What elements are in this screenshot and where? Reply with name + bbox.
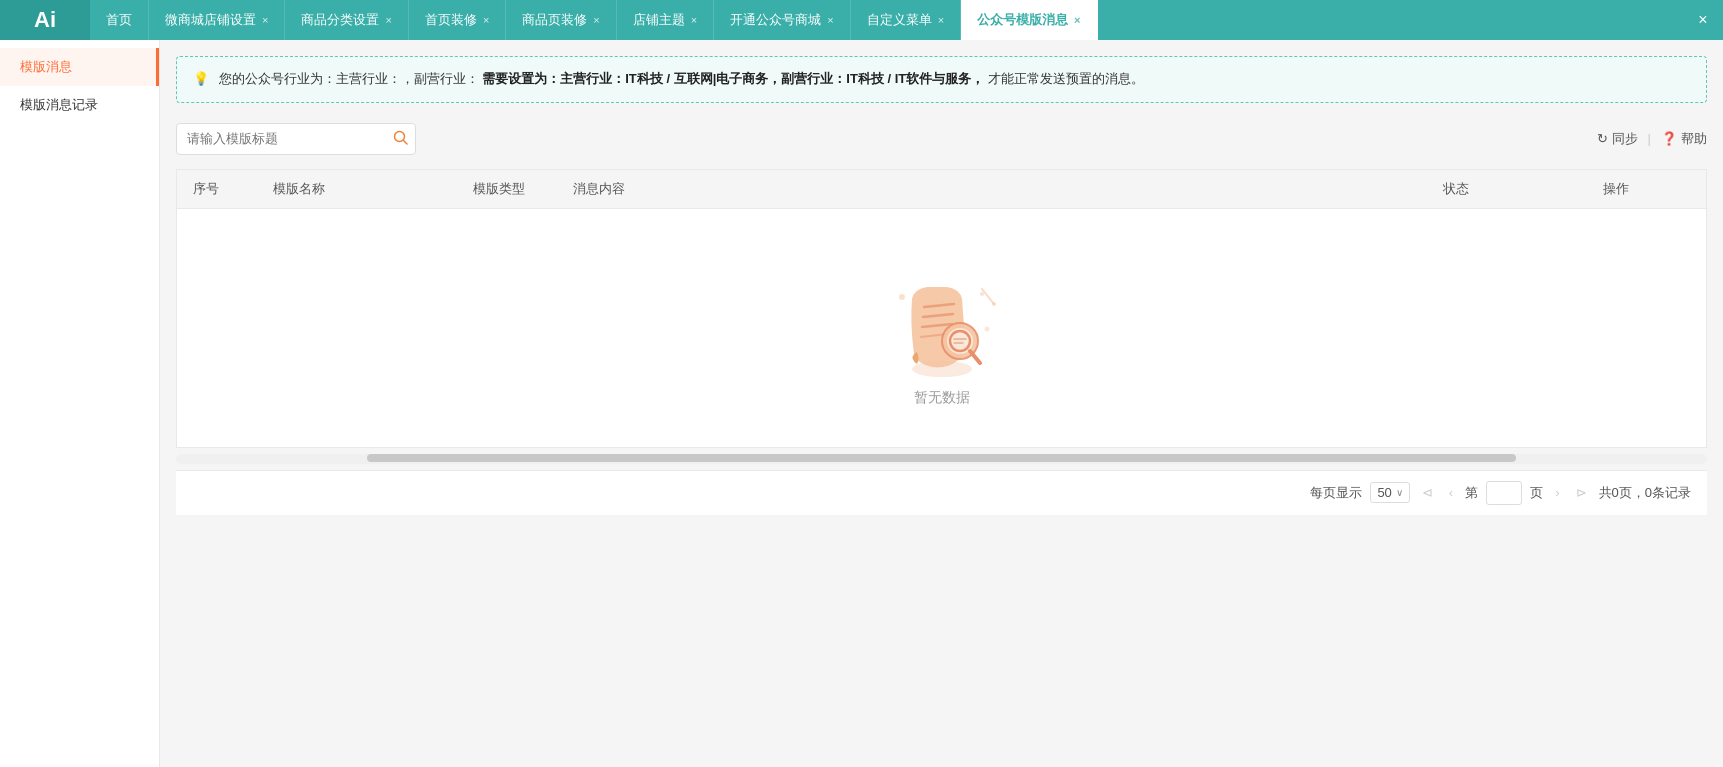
logo: Ai <box>0 0 90 40</box>
tab-label-shop-settings: 微商城店铺设置 <box>165 11 256 29</box>
tabs-area: 首页微商城店铺设置×商品分类设置×首页装修×商品页装修×店铺主题×开通公众号商城… <box>90 0 1683 40</box>
table-body: 暂无数据 <box>177 208 1707 447</box>
svg-line-10 <box>970 351 980 363</box>
sync-icon: ↻ <box>1597 131 1608 146</box>
tab-template-msg[interactable]: 公众号模版消息 × <box>961 0 1097 40</box>
notice-box: 💡 您的公众号行业为：主营行业：，副营行业： 需要设置为：主营行业：IT科技 /… <box>176 56 1707 103</box>
page-word-label: 第 <box>1465 484 1478 502</box>
horizontal-scrollbar[interactable] <box>176 454 1707 464</box>
svg-point-15 <box>984 326 989 331</box>
top-nav: Ai 首页微商城店铺设置×商品分类设置×首页装修×商品页装修×店铺主题×开通公众… <box>0 0 1723 40</box>
sidebar-item-template-message-log[interactable]: 模版消息记录 <box>0 86 159 124</box>
sync-label: 同步 <box>1612 130 1638 148</box>
last-page-button[interactable]: ⊳ <box>1572 483 1591 502</box>
tab-label-template-msg: 公众号模版消息 <box>977 11 1068 29</box>
tab-label-open-mall: 开通公众号商城 <box>730 11 821 29</box>
page-size-selector[interactable]: 50 ∨ <box>1370 482 1409 503</box>
svg-line-16 <box>982 289 994 304</box>
search-input-wrap <box>176 123 416 155</box>
notice-suffix: 才能正常发送预置的消息。 <box>988 71 1144 86</box>
tab-shop-theme[interactable]: 店铺主题 × <box>617 0 714 40</box>
first-page-button[interactable]: ⊲ <box>1418 483 1437 502</box>
svg-line-1 <box>404 140 408 144</box>
empty-illustration <box>882 269 1002 389</box>
toolbar-divider: | <box>1648 131 1651 146</box>
empty-row: 暂无数据 <box>177 208 1707 447</box>
scrollbar-thumb[interactable] <box>367 454 1515 462</box>
notice-prefix: 您的公众号行业为：主营行业：，副营行业： <box>219 71 479 86</box>
page-size-dropdown-icon[interactable]: ∨ <box>1396 487 1403 498</box>
empty-state: 暂无数据 <box>177 209 1706 447</box>
toolbar-right: ↻ 同步 | ❓ 帮助 <box>1597 130 1707 148</box>
tab-label-shop-theme: 店铺主题 <box>633 11 685 29</box>
content-area: 💡 您的公众号行业为：主营行业：，副营行业： 需要设置为：主营行业：IT科技 /… <box>160 40 1723 767</box>
tab-close-category-settings[interactable]: × <box>385 14 391 26</box>
search-input[interactable] <box>176 123 416 155</box>
col-header-status: 状态 <box>1427 169 1587 208</box>
col-header-content: 消息内容 <box>557 169 1427 208</box>
tab-close-shop-theme[interactable]: × <box>691 14 697 26</box>
pagination: 每页显示 50 ∨ ⊲ ‹ 第 1 页 › ⊳ 共0页，0条记录 <box>176 470 1707 515</box>
tab-shop-settings[interactable]: 微商城店铺设置 × <box>149 0 285 40</box>
tab-label-home-decoration: 首页装修 <box>425 11 477 29</box>
tab-custom-menu[interactable]: 自定义菜单 × <box>851 0 961 40</box>
data-table: 序号 模版名称 模版类型 消息内容 状态 操作 <box>176 169 1707 448</box>
tab-label-custom-menu: 自定义菜单 <box>867 11 932 29</box>
svg-point-13 <box>899 294 905 300</box>
tab-close-shop-settings[interactable]: × <box>262 14 268 26</box>
page-size-value: 50 <box>1377 485 1391 500</box>
tip-icon: 💡 <box>193 71 209 86</box>
help-icon: ❓ <box>1661 131 1677 146</box>
table-header-row: 序号 模版名称 模版类型 消息内容 状态 操作 <box>177 169 1707 208</box>
tab-close-product-decoration[interactable]: × <box>593 14 599 26</box>
search-bar: ↻ 同步 | ❓ 帮助 <box>176 123 1707 155</box>
tab-home-decoration[interactable]: 首页装修 × <box>409 0 506 40</box>
col-header-seq: 序号 <box>177 169 257 208</box>
main-layout: 模版消息模版消息记录 💡 您的公众号行业为：主营行业：，副营行业： 需要设置为：… <box>0 40 1723 767</box>
tab-close-template-msg[interactable]: × <box>1074 14 1080 26</box>
help-button[interactable]: ❓ 帮助 <box>1661 130 1707 148</box>
search-button[interactable] <box>393 130 408 148</box>
sidebar: 模版消息模版消息记录 <box>0 40 160 767</box>
tab-label-category-settings: 商品分类设置 <box>301 11 379 29</box>
page-size-label: 每页显示 <box>1310 484 1362 502</box>
table-header: 序号 模版名称 模版类型 消息内容 状态 操作 <box>177 169 1707 208</box>
tab-close-home-decoration[interactable]: × <box>483 14 489 26</box>
tab-open-mall[interactable]: 开通公众号商城 × <box>714 0 850 40</box>
tab-close-custom-menu[interactable]: × <box>938 14 944 26</box>
sidebar-item-template-message[interactable]: 模版消息 <box>0 48 159 86</box>
prev-page-button[interactable]: ‹ <box>1445 483 1457 502</box>
help-label: 帮助 <box>1681 130 1707 148</box>
next-page-button[interactable]: › <box>1551 483 1563 502</box>
total-info: 共0页，0条记录 <box>1599 484 1691 502</box>
tab-label-product-decoration: 商品页装修 <box>522 11 587 29</box>
tab-category-settings[interactable]: 商品分类设置 × <box>285 0 408 40</box>
col-header-type: 模版类型 <box>457 169 557 208</box>
col-header-name: 模版名称 <box>257 169 457 208</box>
tab-product-decoration[interactable]: 商品页装修 × <box>506 0 616 40</box>
page-unit-label: 页 <box>1530 484 1543 502</box>
sync-button[interactable]: ↻ 同步 <box>1597 130 1638 148</box>
svg-point-14 <box>980 292 984 296</box>
tab-close-open-mall[interactable]: × <box>827 14 833 26</box>
tab-label-home: 首页 <box>106 11 132 29</box>
current-page-input[interactable]: 1 <box>1486 481 1522 505</box>
global-close-button[interactable]: × <box>1683 0 1723 40</box>
svg-point-17 <box>992 302 996 306</box>
tab-home[interactable]: 首页 <box>90 0 149 40</box>
notice-highlight: 需要设置为：主营行业：IT科技 / 互联网|电子商务，副营行业：IT科技 / I… <box>482 71 984 86</box>
col-header-action: 操作 <box>1587 169 1707 208</box>
empty-text: 暂无数据 <box>177 389 1706 407</box>
